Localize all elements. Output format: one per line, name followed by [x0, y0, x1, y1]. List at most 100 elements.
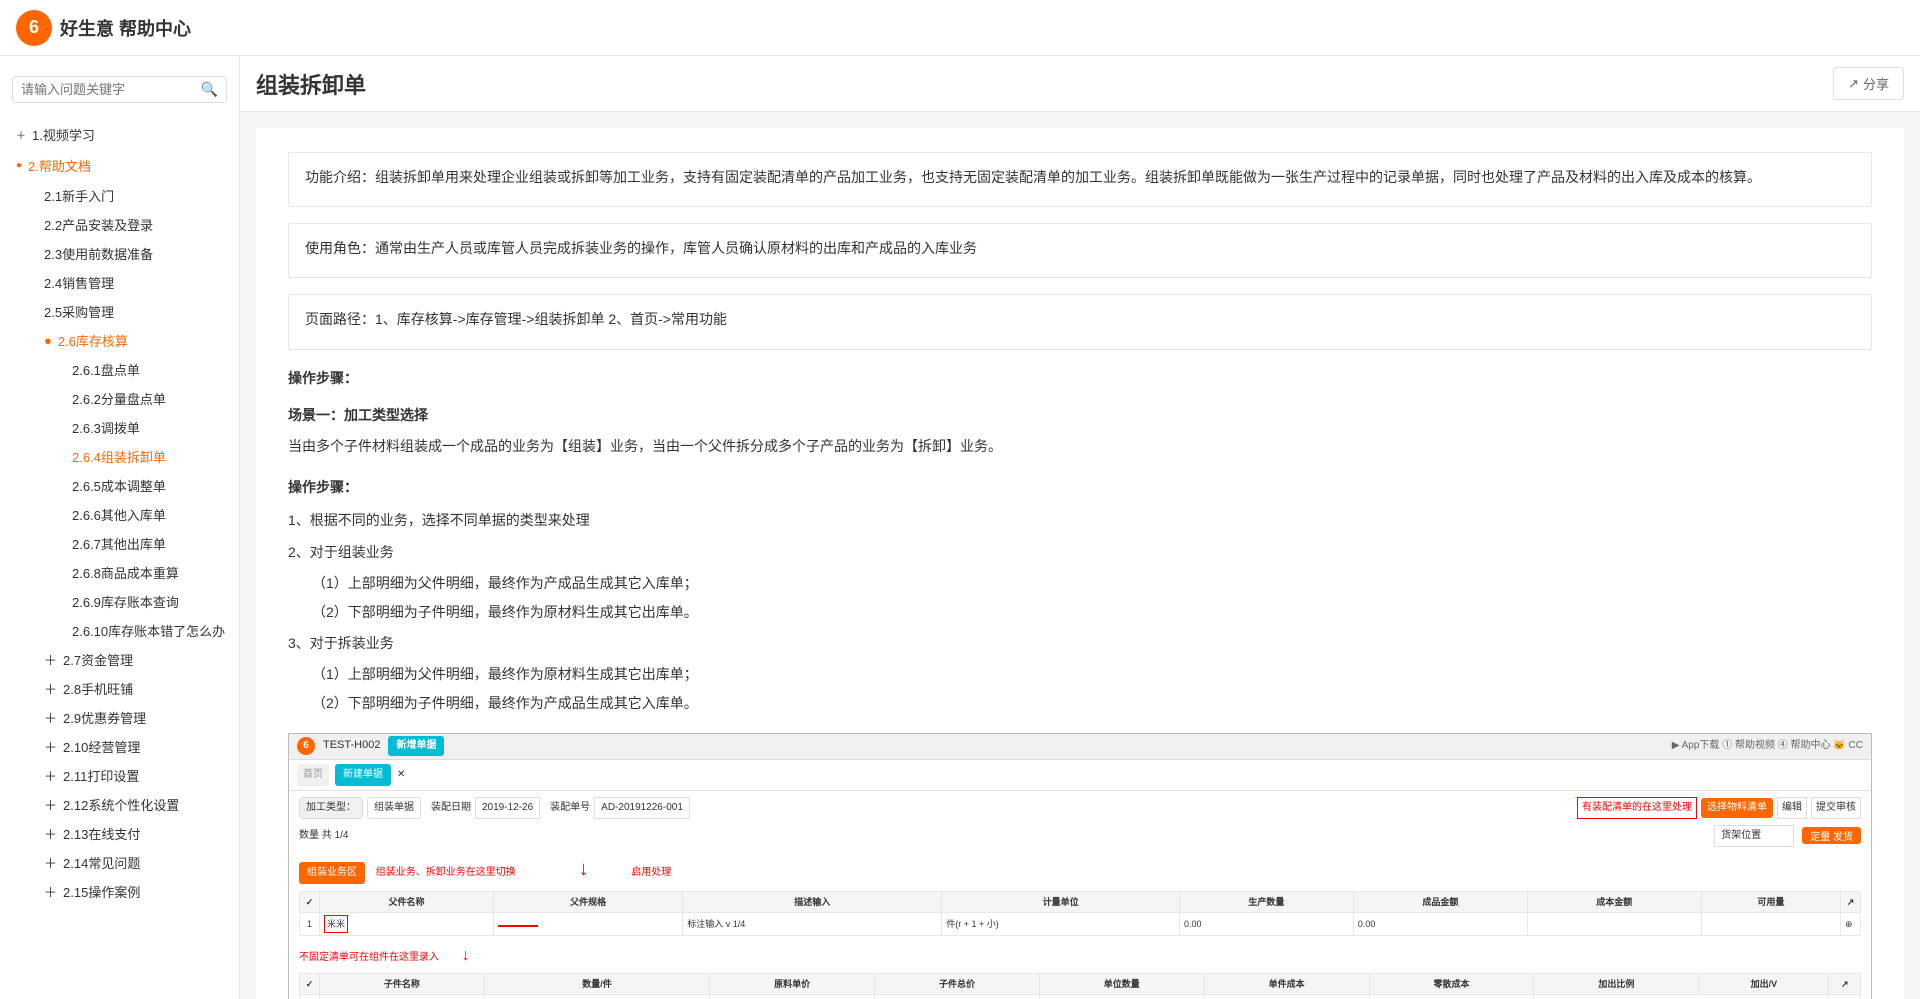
mock-red-box-name: 米米: [324, 915, 348, 933]
mock-nav-active: 新建单据: [335, 764, 391, 786]
plus-2-13: ＋: [44, 824, 57, 843]
step3: 3、对于拆装业务: [288, 631, 1872, 656]
mock-search-input: 货架位置: [1714, 825, 1794, 847]
mock-lower-annotation: 不固定清单可在组件在这里录入 ↓: [299, 942, 1861, 971]
sidebar-item-2-6-10[interactable]: 2.6.10库存账本错了怎么办: [56, 616, 239, 645]
sidebar-item-2-6-5[interactable]: 2.6.5成本调整单: [56, 471, 239, 500]
mock-lth-misc-cost: 零散成本: [1369, 973, 1534, 994]
screenshot-container: 6 TEST-H002 新增单据 ▶ App下载 ① 帮助视频 ④ 帮助中心 🐱…: [288, 733, 1872, 999]
nav-label-2-6-8: 2.6.8商品成本重算: [72, 563, 179, 582]
mock-type-selector: 加工类型： 组装单据: [299, 797, 421, 819]
sidebar-item-2[interactable]: ● 2.帮助文档: [0, 150, 239, 181]
plus-2-12: ＋: [44, 795, 57, 814]
sidebar-item-2-14[interactable]: ＋ 2.14常见问题: [28, 848, 239, 877]
mock-th-desc: 描述输入: [683, 891, 942, 912]
mock-td-1-action: ⊕: [1841, 912, 1861, 935]
sidebar-item-2-6-3[interactable]: 2.6.3调拨单: [56, 413, 239, 442]
mock-td-1-check: 1: [300, 912, 320, 935]
plus-icon: ＋: [16, 127, 26, 142]
search-input[interactable]: [21, 82, 201, 97]
intro-block-2: 使用角色：通常由生产人员或库管人员完成拆装业务的操作，库管人员确认原材料的出库和…: [288, 223, 1872, 278]
sidebar-item-2-8[interactable]: ＋ 2.8手机旺铺: [28, 674, 239, 703]
mock-edit-btn: 编辑: [1777, 797, 1807, 819]
plus-2-11: ＋: [44, 766, 57, 785]
mock-assembly-section: 组装业务区 组装业务、拆卸业务在这里切换 ↓ 启用处理: [299, 851, 1861, 887]
share-label: 分享: [1863, 74, 1889, 93]
mock-ltd-1-qty-per: 件(r + 1 + 小): [484, 994, 709, 999]
nav-label-2: 2.帮助文档: [28, 156, 91, 175]
main-content: 组装拆卸单 ↗ 分享 功能介绍：组装拆卸单用来处理企业组装或拆卸等加工业务，支持…: [240, 56, 1920, 999]
mock-th-qty: 生产数量: [1179, 891, 1353, 912]
nav-label-1: 1.视频学习: [32, 125, 95, 144]
mock-upper-row-1: 1 米米 标注输入 v 1/4 件(r + 1 + 小): [300, 912, 1861, 935]
mock-th-amt: 成品金额: [1353, 891, 1527, 912]
sidebar-item-2-5[interactable]: 2.5采购管理: [28, 297, 239, 326]
mock-date-label: 装配日期: [431, 799, 471, 817]
search-icon[interactable]: 🔍: [201, 81, 218, 98]
mock-annotation1-inline: 有装配清单的在这里处理: [1577, 797, 1697, 819]
nav-label-2-6-1: 2.6.1盘点单: [72, 360, 140, 379]
sidebar-item-2-1[interactable]: 2.1新手入门: [28, 181, 239, 210]
sidebar-item-2-6-7[interactable]: 2.6.7其他出库单: [56, 529, 239, 558]
mock-new-btn: 新增单据: [388, 736, 444, 756]
nav-label-2-6-3: 2.6.3调拨单: [72, 418, 140, 437]
sidebar-item-2-6-1[interactable]: 2.6.1盘点单: [56, 355, 239, 384]
step2-2: （2）下部明细为子件明细，最终作为原材料生成其它出库单。: [288, 600, 1872, 625]
mock-nav-close: ✕: [397, 766, 405, 784]
nav-label-2-6-7: 2.6.7其他出库单: [72, 534, 166, 553]
scene1-desc: 当由多个子件材料组装成一个成品的业务为【组装】业务，当由一个父件拆分成多个子产品…: [288, 434, 1872, 459]
nav-label-2-11: 2.11打印设置: [63, 766, 139, 785]
mock-form: 加工类型： 组装单据 装配日期 2019-12-26 装配单号 AD-20191…: [289, 791, 1871, 999]
nav-label-2-14: 2.14常见问题: [63, 853, 140, 872]
page-title-bar: 组装拆卸单 ↗ 分享: [240, 56, 1920, 112]
sidebar-item-2-12[interactable]: ＋ 2.12系统个性化设置: [28, 790, 239, 819]
mock-td-1-unit: 件(r + 1 + 小): [942, 912, 1180, 935]
page-title: 组装拆卸单: [256, 68, 366, 100]
mock-ltd-1-unit-qty: 0.00: [1039, 994, 1204, 999]
main-layout: 🔍 ＋ 1.视频学习 ● 2.帮助文档 2.1新手入门 2.2产品安装及登录 2…: [0, 56, 1920, 999]
sidebar-item-2-10[interactable]: ＋ 2.10经营管理: [28, 732, 239, 761]
sidebar-item-2-6-4[interactable]: 2.6.4组装拆卸单: [56, 442, 239, 471]
mock-assembly-label: 组装业务区: [299, 862, 365, 884]
mock-order-row: 装配单号 AD-20191226-001: [550, 797, 690, 819]
mock-upper-header-row: ✓ 父件名称 父件规格 描述输入 计量单位 生产数量 成品金额 成本金额 可用量: [300, 891, 1861, 912]
sidebar-item-2-2[interactable]: 2.2产品安装及登录: [28, 210, 239, 239]
sidebar-item-2-13[interactable]: ＋ 2.13在线支付: [28, 819, 239, 848]
mock-right-controls: 有装配清单的在这里处理 选择物料清单 编辑 提交审核: [1577, 797, 1861, 819]
mock-lth-name: 子件名称: [320, 973, 485, 994]
plus-2-15: ＋: [44, 882, 57, 901]
mock-arrow3: ↓: [579, 858, 589, 880]
sidebar-item-2-6-9[interactable]: 2.6.9库存账本查询: [56, 587, 239, 616]
sidebar-item-2-3[interactable]: 2.3使用前数据准备: [28, 239, 239, 268]
article-content: 功能介绍：组装拆卸单用来处理企业组装或拆卸等加工业务，支持有固定装配清单的产品加…: [256, 128, 1904, 999]
mock-form-top: 加工类型： 组装单据 装配日期 2019-12-26 装配单号 AD-20191…: [299, 797, 1861, 819]
sidebar-item-2-4[interactable]: 2.4销售管理: [28, 268, 239, 297]
mock-th-parent-spec: 父件规格: [493, 891, 682, 912]
step3-1: （1）上部明细为父件明细，最终作为原材料生成其它出库单；: [288, 662, 1872, 687]
mock-lower-tbody: 1 零件 1 件(r + 1 + 小) 30.00 0.00 0.00 ⊕ 例: [300, 994, 1861, 999]
sidebar-item-2-6[interactable]: ● 2.6库存核算: [28, 326, 239, 355]
mock-ltd-1-unit-cost: [1204, 994, 1369, 999]
mock-lth-check: ✓: [300, 973, 320, 994]
sidebar-item-1[interactable]: ＋ 1.视频学习: [0, 119, 239, 150]
nav-label-2-5: 2.5采购管理: [44, 302, 114, 321]
sidebar-item-2-6-8[interactable]: 2.6.8商品成本重算: [56, 558, 239, 587]
minus-icon-2-6: ●: [44, 333, 52, 348]
share-button[interactable]: ↗ 分享: [1833, 67, 1904, 100]
search-wrap[interactable]: 🔍: [12, 76, 227, 103]
nav-label-2-8: 2.8手机旺铺: [63, 679, 133, 698]
path-text: 页面路径：1、库存核算->库存管理->组装拆卸单 2、首页->常用功能: [305, 307, 1855, 332]
sidebar-item-2-9[interactable]: ＋ 2.9优惠券管理: [28, 703, 239, 732]
sidebar-item-2-15[interactable]: ＋ 2.15操作案例: [28, 877, 239, 906]
sidebar-item-2-11[interactable]: ＋ 2.11打印设置: [28, 761, 239, 790]
sidebar-item-2-7[interactable]: ＋ 2.7资金管理: [28, 645, 239, 674]
sidebar-item-2-6-2[interactable]: 2.6.2分量盘点单: [56, 384, 239, 413]
mock-count-label: 数量 共 1/4: [299, 827, 348, 845]
nav-label-2-9: 2.9优惠券管理: [63, 708, 146, 727]
mock-form-row2: 数量 共 1/4 货架位置 定量 发货: [299, 825, 1861, 847]
nav-subsub: 2.6.1盘点单 2.6.2分量盘点单 2.6.3调拨单 2.6.4组装拆卸单 …: [28, 355, 239, 645]
sidebar-item-2-6-6[interactable]: 2.6.6其他入库单: [56, 500, 239, 529]
mock-td-1-spec: [493, 912, 682, 935]
mock-annotation5: 不固定清单可在组件在这里录入: [299, 952, 439, 963]
mock-date-row: 装配日期 2019-12-26: [431, 797, 540, 819]
